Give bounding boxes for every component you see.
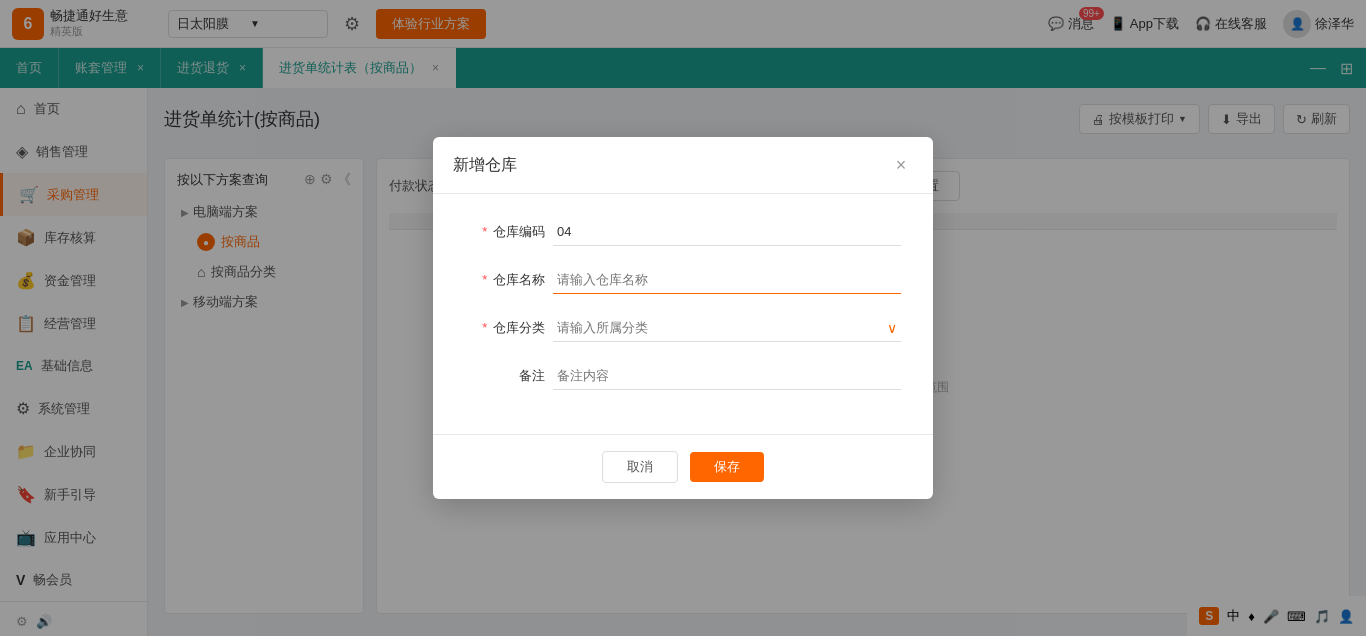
required-mark: * xyxy=(482,224,487,239)
warehouse-code-input[interactable] xyxy=(553,218,901,246)
form-row-category: * 仓库分类 ∨ xyxy=(465,314,901,342)
required-mark-name: * xyxy=(482,272,487,287)
dialog-close-button[interactable]: × xyxy=(889,153,913,177)
save-button[interactable]: 保存 xyxy=(690,452,764,482)
form-row-remark: 备注 xyxy=(465,362,901,390)
dialog-header: 新增仓库 × xyxy=(433,137,933,194)
add-warehouse-dialog: 新增仓库 × * 仓库编码 * 仓库名称 xyxy=(433,137,933,499)
remark-label: 备注 xyxy=(465,367,545,385)
name-label: * 仓库名称 xyxy=(465,271,545,289)
warehouse-name-input[interactable] xyxy=(553,266,901,294)
warehouse-remark-input[interactable] xyxy=(553,362,901,390)
category-select-container: ∨ xyxy=(553,314,901,342)
warehouse-category-input[interactable] xyxy=(553,314,901,342)
required-mark-category: * xyxy=(482,320,487,335)
cancel-button[interactable]: 取消 xyxy=(602,451,678,483)
dialog-title: 新增仓库 xyxy=(453,155,517,176)
modal-overlay[interactable]: 新增仓库 × * 仓库编码 * 仓库名称 xyxy=(0,0,1366,636)
dialog-footer: 取消 保存 xyxy=(433,434,933,499)
code-label: * 仓库编码 xyxy=(465,223,545,241)
dialog-body: * 仓库编码 * 仓库名称 * 仓库分类 xyxy=(433,194,933,434)
form-row-name: * 仓库名称 xyxy=(465,266,901,294)
category-dropdown-icon[interactable]: ∨ xyxy=(887,320,897,336)
form-row-code: * 仓库编码 xyxy=(465,218,901,246)
category-label: * 仓库分类 xyxy=(465,319,545,337)
